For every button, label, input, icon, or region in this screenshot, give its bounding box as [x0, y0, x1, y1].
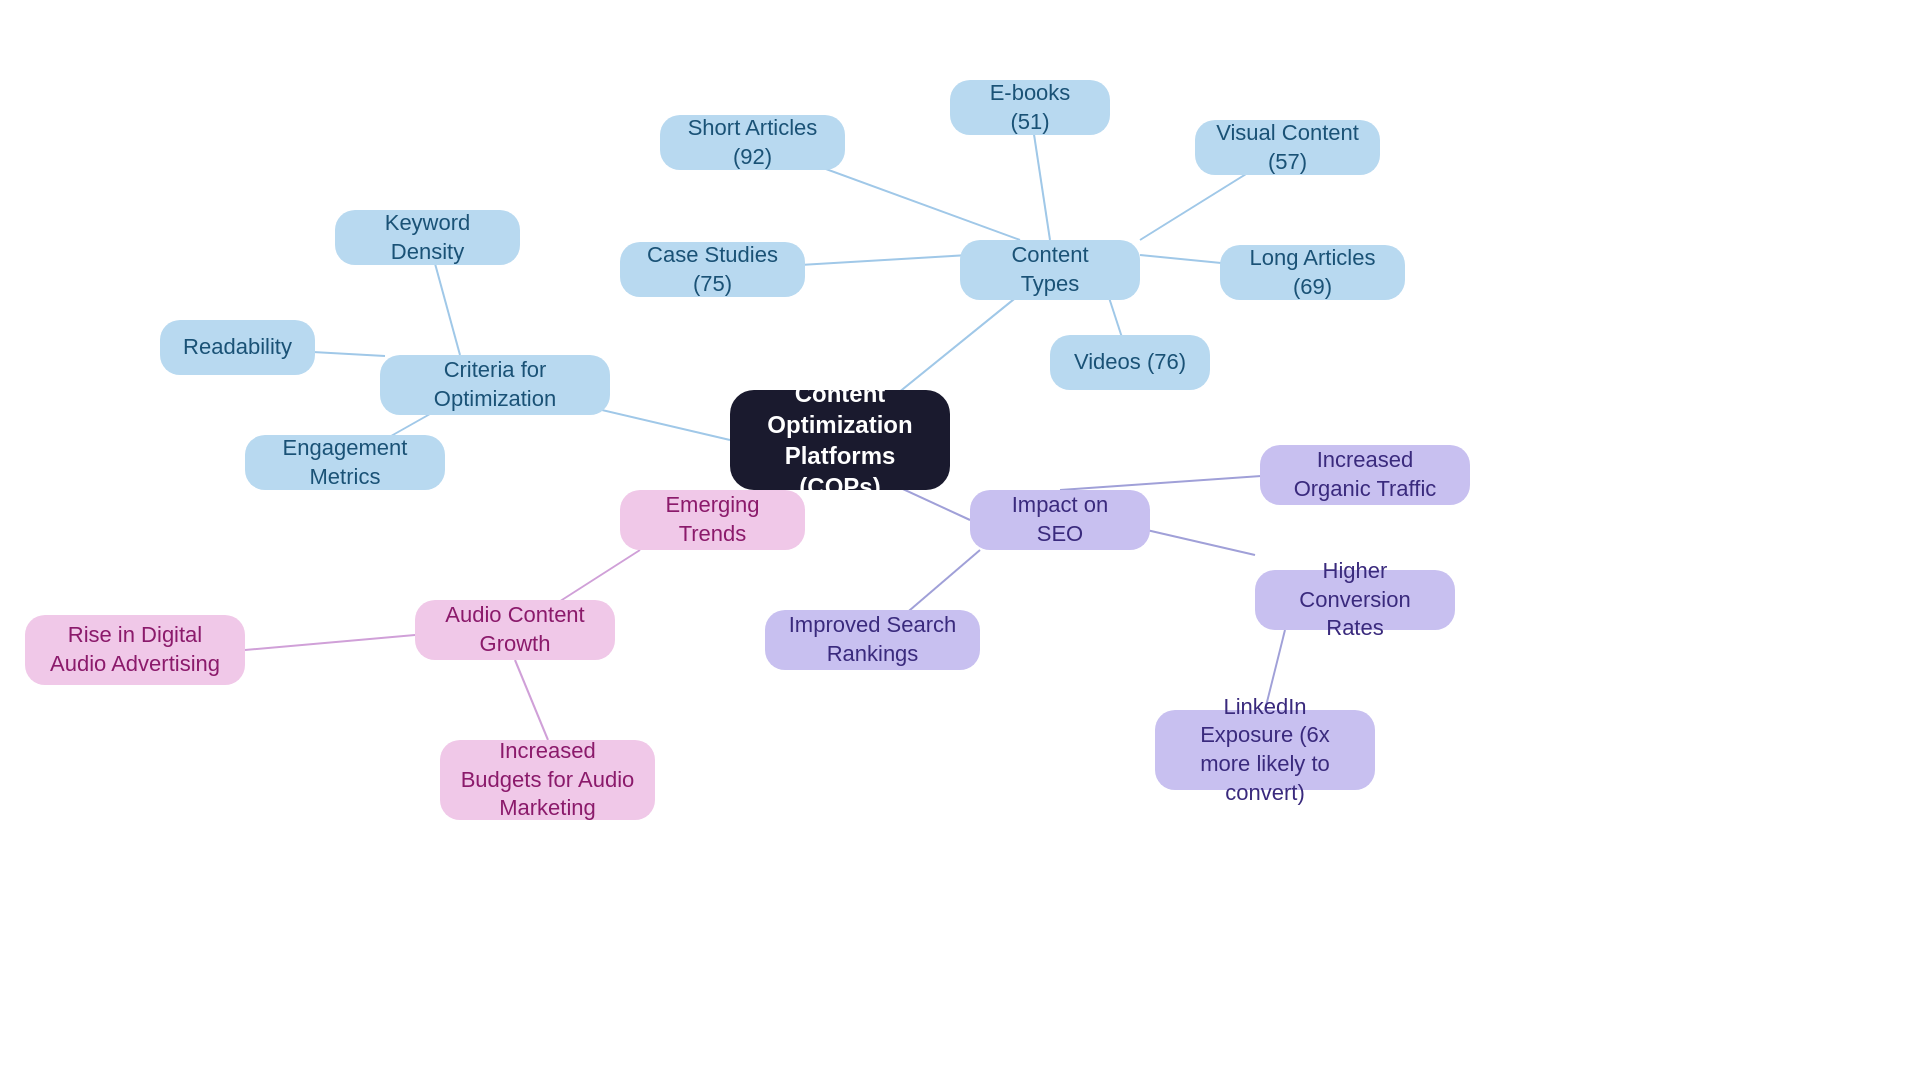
visual-content-label: Visual Content (57)	[1215, 119, 1360, 176]
engagement-metrics-label: Engagement Metrics	[265, 434, 425, 491]
increased-budgets-node: Increased Budgets for Audio Marketing	[440, 740, 655, 820]
visual-content-node: Visual Content (57)	[1195, 120, 1380, 175]
criteria-optimization-node: Criteria for Optimization	[380, 355, 610, 415]
rise-digital-audio-label: Rise in Digital Audio Advertising	[45, 621, 225, 678]
content-types-label: Content Types	[980, 241, 1120, 298]
audio-content-growth-node: Audio Content Growth	[415, 600, 615, 660]
rise-digital-audio-node: Rise in Digital Audio Advertising	[25, 615, 245, 685]
short-articles-node: Short Articles (92)	[660, 115, 845, 170]
videos-node: Videos (76)	[1050, 335, 1210, 390]
emerging-trends-node: Emerging Trends	[620, 490, 805, 550]
readability-label: Readability	[183, 333, 292, 362]
criteria-optimization-label: Criteria for Optimization	[400, 356, 590, 413]
case-studies-label: Case Studies (75)	[640, 241, 785, 298]
increased-organic-traffic-node: Increased Organic Traffic	[1260, 445, 1470, 505]
audio-content-growth-label: Audio Content Growth	[435, 601, 595, 658]
svg-line-16	[1060, 475, 1275, 490]
impact-seo-label: Impact on SEO	[990, 491, 1130, 548]
long-articles-label: Long Articles (69)	[1240, 244, 1385, 301]
svg-line-13	[245, 635, 415, 650]
linkedin-exposure-label: LinkedIn Exposure (6x more likely to con…	[1175, 693, 1355, 807]
center-node: Content Optimization Platforms (COPs)	[730, 390, 950, 490]
short-articles-label: Short Articles (92)	[680, 114, 825, 171]
emerging-trends-label: Emerging Trends	[640, 491, 785, 548]
svg-line-14	[515, 660, 548, 740]
engagement-metrics-node: Engagement Metrics	[245, 435, 445, 490]
improved-search-rankings-label: Improved Search Rankings	[785, 611, 960, 668]
case-studies-node: Case Studies (75)	[620, 242, 805, 297]
increased-organic-traffic-label: Increased Organic Traffic	[1280, 446, 1450, 503]
videos-label: Videos (76)	[1074, 348, 1186, 377]
higher-conversion-rates-node: Higher Conversion Rates	[1255, 570, 1455, 630]
content-types-node: Content Types	[960, 240, 1140, 300]
readability-node: Readability	[160, 320, 315, 375]
increased-budgets-label: Increased Budgets for Audio Marketing	[460, 737, 635, 823]
improved-search-rankings-node: Improved Search Rankings	[765, 610, 980, 670]
higher-conversion-rates-label: Higher Conversion Rates	[1275, 557, 1435, 643]
long-articles-node: Long Articles (69)	[1220, 245, 1405, 300]
keyword-density-node: Keyword Density	[335, 210, 520, 265]
center-label: Content Optimization Platforms (COPs)	[750, 378, 930, 503]
impact-seo-node: Impact on SEO	[970, 490, 1150, 550]
keyword-density-label: Keyword Density	[355, 209, 500, 266]
linkedin-exposure-node: LinkedIn Exposure (6x more likely to con…	[1155, 710, 1375, 790]
ebooks-node: E-books (51)	[950, 80, 1110, 135]
ebooks-label: E-books (51)	[970, 79, 1090, 136]
